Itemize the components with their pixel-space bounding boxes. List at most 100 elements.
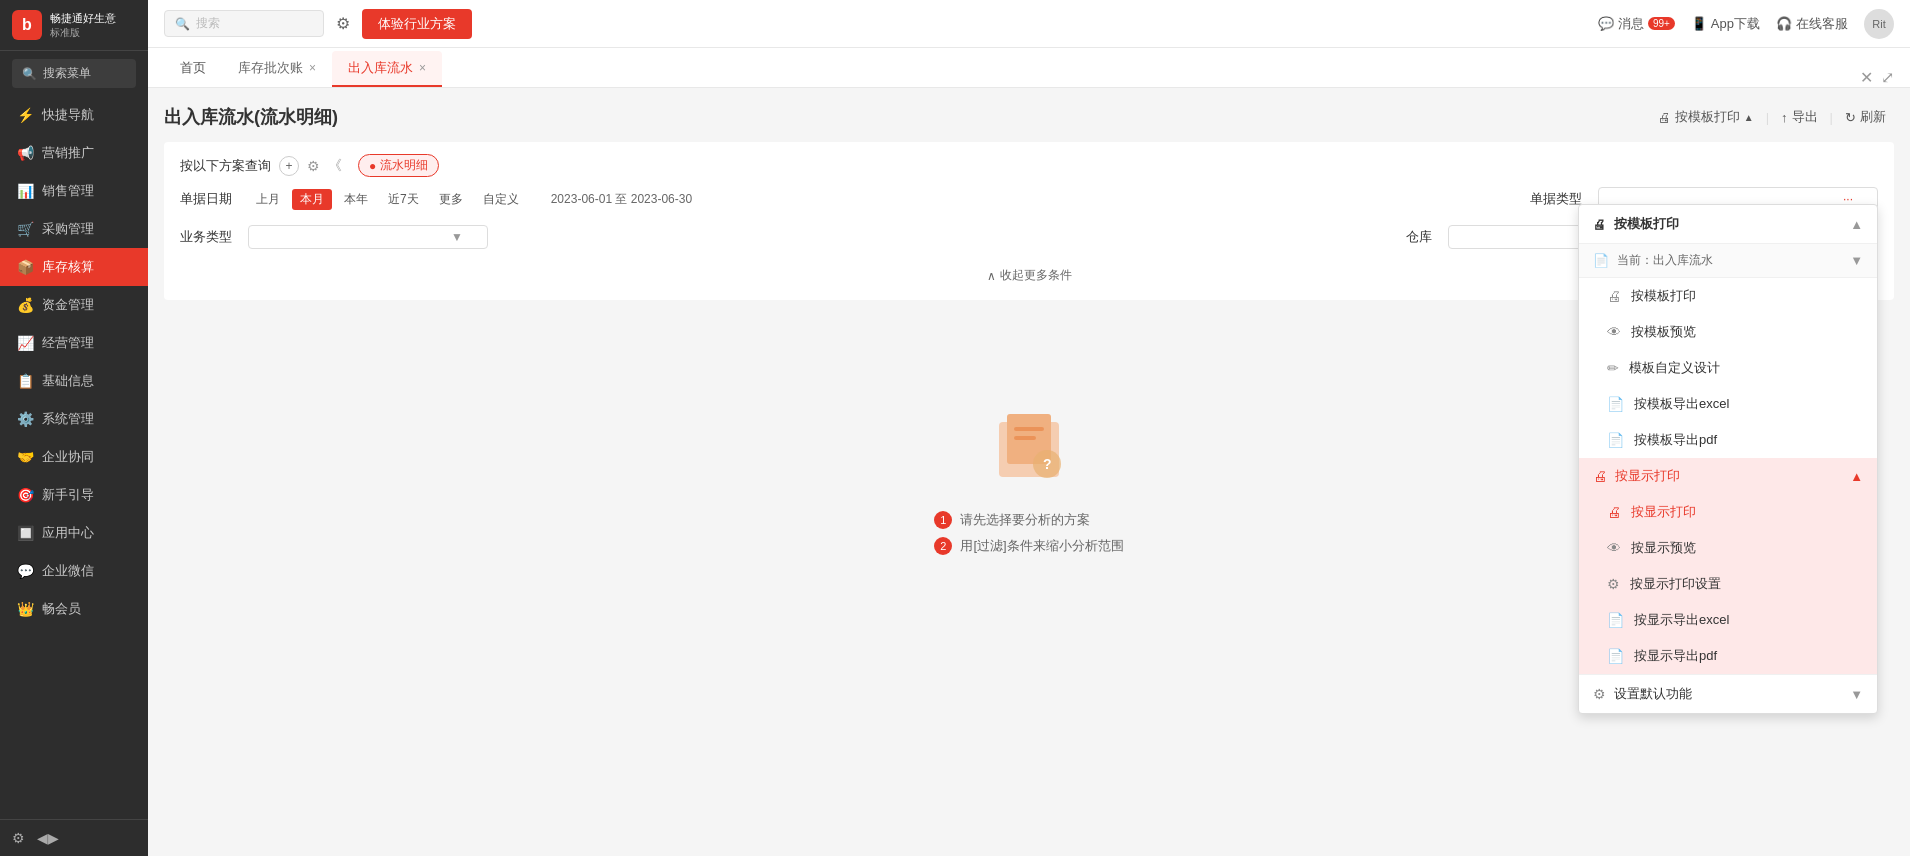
display-print-item[interactable]: 🖨 按显示打印 [1579, 494, 1877, 530]
tab-home[interactable]: 首页 [164, 51, 222, 87]
date-btn-more[interactable]: 更多 [431, 189, 471, 210]
template-pdf-icon: 📄 [1607, 432, 1624, 448]
finance-icon: 💰 [16, 296, 34, 314]
template-print-item[interactable]: 🖨 按模板打印 [1579, 278, 1877, 314]
message-button[interactable]: 💬 消息 99+ [1598, 15, 1675, 33]
sidebar-item-inventory[interactable]: 📦 库存核算 [0, 248, 148, 286]
filter-add-button[interactable]: + [279, 156, 299, 176]
tab-batch-account-close[interactable]: × [309, 61, 316, 75]
search-menu-button[interactable]: 🔍 搜索菜单 [12, 59, 136, 88]
svg-rect-3 [1014, 436, 1036, 440]
template-export-pdf-item[interactable]: 📄 按模板导出pdf [1579, 422, 1877, 458]
date-quick-buttons: 上月 本月 本年 近7天 更多 自定义 [248, 189, 527, 210]
display-print-icon: 🖨 [1607, 504, 1621, 520]
sidebar-item-quick-nav[interactable]: ⚡ 快捷导航 [0, 96, 148, 134]
system-icon: ⚙️ [16, 410, 34, 428]
sidebar-search-area: 🔍 搜索菜单 [0, 51, 148, 96]
display-preview-icon: 👁 [1607, 540, 1621, 556]
cooperation-icon: 🤝 [16, 448, 34, 466]
collapse-button[interactable]: ∧ 收起更多条件 [987, 267, 1072, 284]
warehouse-label: 仓库 [1406, 228, 1432, 246]
display-export-pdf-item[interactable]: 📄 按显示导出pdf [1579, 638, 1877, 674]
display-preview-item[interactable]: 👁 按显示预览 [1579, 530, 1877, 566]
date-btn-custom[interactable]: 自定义 [475, 189, 527, 210]
sidebar-item-system[interactable]: ⚙️ 系统管理 [0, 400, 148, 438]
current-template-row: 📄 当前：出入库流水 ▼ [1579, 244, 1877, 278]
sidebar-navigation: ⚡ 快捷导航 📢 营销推广 📊 销售管理 🛒 采购管理 📦 库存核算 💰 资金管… [0, 96, 148, 819]
search-icon: 🔍 [22, 67, 37, 81]
export-button[interactable]: ↑ 导出 [1773, 104, 1826, 130]
sidebar-item-operations[interactable]: 📈 经营管理 [0, 324, 148, 362]
template-preview-item[interactable]: 👁 按模板预览 [1579, 314, 1877, 350]
online-service-button[interactable]: 🎧 在线客服 [1776, 15, 1848, 33]
close-all-tabs-icon[interactable]: ✕ [1860, 68, 1873, 87]
trial-button[interactable]: 体验行业方案 [362, 9, 472, 39]
filter-label-area: 按以下方案查询 + ⚙ 《 [180, 156, 342, 176]
top-header: 🔍 搜索 ⚙ 体验行业方案 💬 消息 99+ 📱 App下载 🎧 在线客服 Ri… [148, 0, 1910, 48]
dropdown-printer-icon: 🖨 [1593, 217, 1606, 232]
sidebar-item-sales[interactable]: 📊 销售管理 [0, 172, 148, 210]
collapse-sidebar-icon[interactable]: ◀▶ [37, 830, 59, 846]
guide-icon: 🎯 [16, 486, 34, 504]
empty-steps: 1 请先选择要分析的方案 2 用[过滤]条件来缩小分析范围 [934, 511, 1123, 555]
logo-icon: b [12, 10, 42, 40]
date-btn-last-month[interactable]: 上月 [248, 189, 288, 210]
sidebar-item-cooperation[interactable]: 🤝 企业协同 [0, 438, 148, 476]
operations-icon: 📈 [16, 334, 34, 352]
header-gear-icon[interactable]: ⚙ [336, 14, 350, 33]
date-btn-7days[interactable]: 近7天 [380, 189, 427, 210]
display-print-section-icon: 🖨 [1593, 468, 1607, 484]
date-btn-this-year[interactable]: 本年 [336, 189, 376, 210]
print-template-button[interactable]: 🖨 按模板打印 ▲ [1650, 104, 1762, 130]
template-export-excel-item[interactable]: 📄 按模板导出excel [1579, 386, 1877, 422]
sidebar-item-app-center[interactable]: 🔲 应用中心 [0, 514, 148, 552]
message-icon: 💬 [1598, 16, 1614, 31]
tab-batch-account[interactable]: 库存批次账 × [222, 51, 332, 87]
sidebar-item-wechat[interactable]: 💬 企业微信 [0, 552, 148, 590]
filter-collapse-icon[interactable]: 《 [328, 157, 342, 175]
template-custom-item[interactable]: ✏ 模板自定义设计 [1579, 350, 1877, 386]
template-print-icon: 🖨 [1607, 288, 1621, 304]
sidebar-item-purchase[interactable]: 🛒 采购管理 [0, 210, 148, 248]
svg-rect-2 [1014, 427, 1044, 431]
sidebar-item-finance[interactable]: 💰 资金管理 [0, 286, 148, 324]
display-print-settings-item[interactable]: ⚙ 按显示打印设置 [1579, 566, 1877, 602]
sidebar-item-guide[interactable]: 🎯 新手引导 [0, 476, 148, 514]
tab-flow[interactable]: 出入库流水 × [332, 51, 442, 87]
date-range-display: 2023-06-01 至 2023-06-30 [551, 191, 692, 208]
app-download-icon: 📱 [1691, 16, 1707, 31]
display-print-section: 🖨 按显示打印 👁 按显示预览 ⚙ 按显示打印设置 📄 按显示导出excel [1579, 494, 1877, 674]
sidebar-item-vip[interactable]: 👑 畅会员 [0, 590, 148, 628]
sidebar-item-basic-info[interactable]: 📋 基础信息 [0, 362, 148, 400]
sidebar: b 畅捷通好生意 标准版 🔍 搜索菜单 ⚡ 快捷导航 📢 营销推广 📊 销售管理… [0, 0, 148, 856]
refresh-button[interactable]: ↻ 刷新 [1837, 104, 1894, 130]
tab-flow-close[interactable]: × [419, 61, 426, 75]
filter-settings-icon[interactable]: ⚙ [307, 158, 320, 174]
set-default-icon: ⚙ [1593, 686, 1606, 702]
biz-type-select[interactable]: ▼ [248, 225, 488, 249]
display-print-section-header[interactable]: 🖨 按显示打印 ▲ [1579, 458, 1877, 494]
logo-text: 畅捷通好生意 标准版 [50, 11, 116, 40]
template-excel-icon: 📄 [1607, 396, 1624, 412]
date-btn-this-month[interactable]: 本月 [292, 189, 332, 210]
sidebar-item-marketing[interactable]: 📢 营销推广 [0, 134, 148, 172]
sidebar-bottom: ⚙ ◀▶ [0, 819, 148, 856]
vip-icon: 👑 [16, 600, 34, 618]
filter-tag-icon: ● [369, 159, 376, 173]
inventory-icon: 📦 [16, 258, 34, 276]
basic-info-icon: 📋 [16, 372, 34, 390]
maximize-tab-icon[interactable]: ⤢ [1881, 68, 1894, 87]
active-filter-tag[interactable]: ● 流水明细 [358, 154, 439, 177]
filter-main-label: 按以下方案查询 [180, 157, 271, 175]
chevron-up-collapse-icon: ∧ [987, 269, 996, 283]
set-default-button[interactable]: ⚙ 设置默认功能 ▼ [1579, 674, 1877, 713]
dropdown-collapse-icon[interactable]: ▲ [1850, 217, 1863, 232]
app-download-button[interactable]: 📱 App下载 [1691, 15, 1760, 33]
display-export-excel-item[interactable]: 📄 按显示导出excel [1579, 602, 1877, 638]
template-preview-icon: 👁 [1607, 324, 1621, 340]
user-avatar[interactable]: Rit [1864, 9, 1894, 39]
current-chevron-icon[interactable]: ▼ [1850, 253, 1863, 268]
display-section-chevron-icon: ▲ [1850, 469, 1863, 484]
display-excel-icon: 📄 [1607, 612, 1624, 628]
settings-bottom-icon[interactable]: ⚙ [12, 830, 25, 846]
